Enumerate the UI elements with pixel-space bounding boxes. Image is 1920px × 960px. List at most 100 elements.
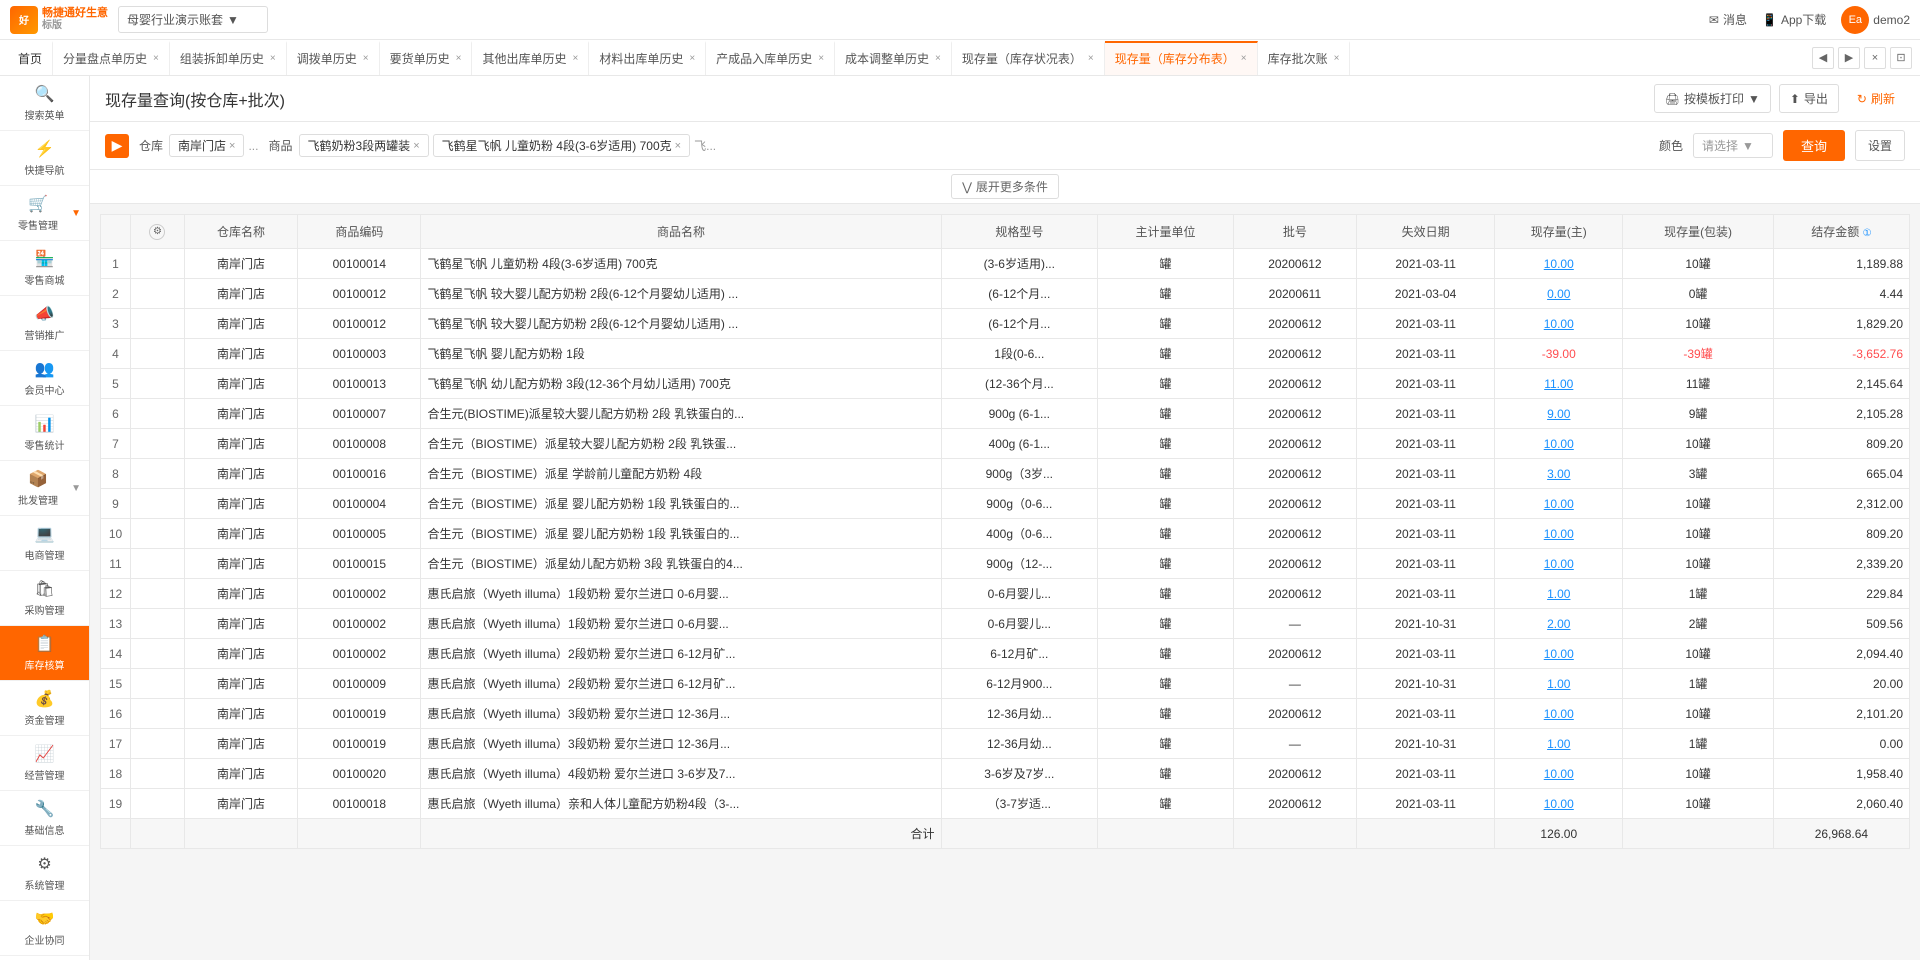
tab-material-out-close[interactable]: ×: [689, 53, 695, 64]
product-tag-2[interactable]: 飞鹤星飞帆 儿童奶粉 4段(3-6岁适用) 700克 ×: [433, 134, 690, 157]
user-action[interactable]: Ea demo2: [1841, 6, 1910, 34]
td-unit: 罐: [1098, 399, 1234, 429]
tab-disassemble[interactable]: 组装拆卸单历史×: [170, 41, 287, 75]
sidebar-item-search[interactable]: 🔍 搜索英单: [0, 76, 89, 131]
sidebar-item-system[interactable]: ⚙ 系统管理: [0, 846, 89, 901]
query-button[interactable]: 查询: [1783, 130, 1845, 161]
sidebar-item-guide[interactable]: 📖 新手引导: [0, 956, 89, 960]
warehouse-filter-more[interactable]: ...: [248, 139, 258, 153]
tab-batch-close[interactable]: ×: [1334, 53, 1340, 64]
tab-cost-adjust[interactable]: 成本调整单历史×: [835, 41, 952, 75]
tab-other-out[interactable]: 其他出库单历史×: [472, 41, 589, 75]
app-download-action[interactable]: 📱 App下载: [1762, 11, 1826, 28]
td-stock-main[interactable]: 10.00: [1495, 309, 1623, 339]
td-stock-main[interactable]: 10.00: [1495, 489, 1623, 519]
td-expiry: 2021-03-11: [1357, 489, 1495, 519]
td-stock-main[interactable]: 9.00: [1495, 399, 1623, 429]
sidebar-item-purchase[interactable]: 🛍 采购管理: [0, 571, 89, 626]
table-settings-icon[interactable]: ⚙: [149, 224, 165, 240]
warehouse-tag-1[interactable]: 南岸门店 ×: [169, 134, 244, 157]
td-stock-main[interactable]: 10.00: [1495, 699, 1623, 729]
product-filter-more[interactable]: 飞...: [694, 137, 716, 154]
sidebar-item-management[interactable]: 📈 经营管理: [0, 736, 89, 791]
tab-split-close[interactable]: ×: [153, 53, 159, 64]
sidebar-item-ecommerce[interactable]: 💻 电商管理: [0, 516, 89, 571]
td-stock-pack: 10罐: [1623, 789, 1773, 819]
th-settings[interactable]: ⚙: [131, 215, 185, 249]
refresh-button[interactable]: ↻ 刷新: [1847, 85, 1905, 112]
sidebar-item-retail-stats[interactable]: 📊 零售统计: [0, 406, 89, 461]
td-batch: 20200612: [1233, 579, 1356, 609]
td-stock-main[interactable]: 10.00: [1495, 549, 1623, 579]
product-tag-1-close[interactable]: ×: [413, 140, 419, 152]
tab-close-all-btn[interactable]: ×: [1864, 47, 1886, 69]
td-stock-main[interactable]: 10.00: [1495, 249, 1623, 279]
sidebar-item-member[interactable]: 👥 会员中心: [0, 351, 89, 406]
message-action[interactable]: ✉ 消息: [1709, 11, 1747, 28]
td-stock-main[interactable]: 2.00: [1495, 609, 1623, 639]
td-stock-main[interactable]: 10.00: [1495, 429, 1623, 459]
tab-product-in[interactable]: 产成品入库单历史×: [706, 41, 835, 75]
sidebar-item-retail-shop[interactable]: 🏪 零售商城: [0, 241, 89, 296]
tab-disassemble-close[interactable]: ×: [270, 53, 276, 64]
td-stock-main[interactable]: 10.00: [1495, 639, 1623, 669]
td-checkbox: [131, 789, 185, 819]
tab-next-btn[interactable]: ▶: [1838, 47, 1860, 69]
td-stock-main[interactable]: 1.00: [1495, 579, 1623, 609]
tab-mix-close[interactable]: ×: [363, 53, 369, 64]
sidebar-item-inventory[interactable]: 📋 库存核算: [0, 626, 89, 681]
print-button[interactable]: 🖨 按模板打印 ▼: [1654, 84, 1771, 113]
tab-prev-btn[interactable]: ◀: [1812, 47, 1834, 69]
tab-material-out[interactable]: 材料出库单历史×: [589, 41, 706, 75]
td-stock-pack: 9罐: [1623, 399, 1773, 429]
td-expiry: 2021-03-11: [1357, 309, 1495, 339]
tab-inventory-dist[interactable]: 现存量（库存分布表）×: [1105, 41, 1258, 75]
warehouse-tag-1-close[interactable]: ×: [229, 140, 235, 152]
td-stock-main[interactable]: 10.00: [1495, 789, 1623, 819]
td-warehouse: 南岸门店: [184, 369, 297, 399]
tab-requisition[interactable]: 要货单历史×: [380, 41, 473, 75]
account-dropdown[interactable]: 母婴行业演示账套 ▼: [118, 6, 268, 33]
color-filter-select[interactable]: 请选择 ▼: [1693, 133, 1773, 158]
tab-mix[interactable]: 调拨单历史×: [287, 41, 380, 75]
td-checkbox: [131, 549, 185, 579]
product-tag-2-close[interactable]: ×: [675, 140, 681, 152]
sidebar-item-basics[interactable]: 🔧 基础信息: [0, 791, 89, 846]
td-stock-main[interactable]: 10.00: [1495, 759, 1623, 789]
td-stock-main[interactable]: 10.00: [1495, 519, 1623, 549]
sidebar-item-cooperation[interactable]: 🤝 企业协同: [0, 901, 89, 956]
tab-batch[interactable]: 库存批次账×: [1258, 41, 1351, 75]
td-expiry: 2021-03-11: [1357, 459, 1495, 489]
sidebar-item-marketing[interactable]: 📣 营销推广: [0, 296, 89, 351]
export-button[interactable]: ⬆ 导出: [1779, 84, 1839, 113]
product-tag-1[interactable]: 飞鹤奶粉3段两罐装 ×: [299, 134, 429, 157]
td-warehouse: 南岸门店: [184, 279, 297, 309]
filter-toggle-btn[interactable]: ▶: [105, 134, 129, 158]
td-stock-main[interactable]: 11.00: [1495, 369, 1623, 399]
td-stock-main[interactable]: 3.00: [1495, 459, 1623, 489]
tab-product-in-close[interactable]: ×: [818, 53, 824, 64]
tab-inventory-status[interactable]: 现存量（库存状况表）×: [952, 41, 1105, 75]
td-stock-amount: 2,339.20: [1773, 549, 1909, 579]
tab-inventory-status-close[interactable]: ×: [1088, 53, 1094, 64]
expand-conditions-btn[interactable]: ⋁ 展开更多条件: [951, 174, 1059, 199]
setting-button[interactable]: 设置: [1855, 130, 1905, 161]
td-product-name: 合生元（BIOSTIME）派星 学龄前儿童配方奶粉 4段: [421, 459, 941, 489]
tab-inventory-dist-close[interactable]: ×: [1241, 53, 1247, 64]
td-spec: 900g（3岁...: [941, 459, 1098, 489]
td-stock-main[interactable]: -39.00: [1495, 339, 1623, 369]
sidebar-item-finance[interactable]: 💰 资金管理: [0, 681, 89, 736]
sidebar-item-wholesale[interactable]: 📦 批发管理 ▼: [0, 461, 89, 516]
td-checkbox: [131, 279, 185, 309]
tab-home[interactable]: 首页: [8, 41, 53, 75]
td-stock-main[interactable]: 1.00: [1495, 669, 1623, 699]
tab-other-out-close[interactable]: ×: [572, 53, 578, 64]
tab-cost-adjust-close[interactable]: ×: [935, 53, 941, 64]
tab-split[interactable]: 分量盘点单历史×: [53, 41, 170, 75]
sidebar-item-quick-nav[interactable]: ⚡ 快捷导航: [0, 131, 89, 186]
td-stock-main[interactable]: 1.00: [1495, 729, 1623, 759]
tab-menu-btn[interactable]: ⊡: [1890, 47, 1912, 69]
td-stock-main[interactable]: 0.00: [1495, 279, 1623, 309]
sidebar-item-retail[interactable]: 🛒 零售管理 ▼: [0, 186, 89, 241]
tab-requisition-close[interactable]: ×: [456, 53, 462, 64]
